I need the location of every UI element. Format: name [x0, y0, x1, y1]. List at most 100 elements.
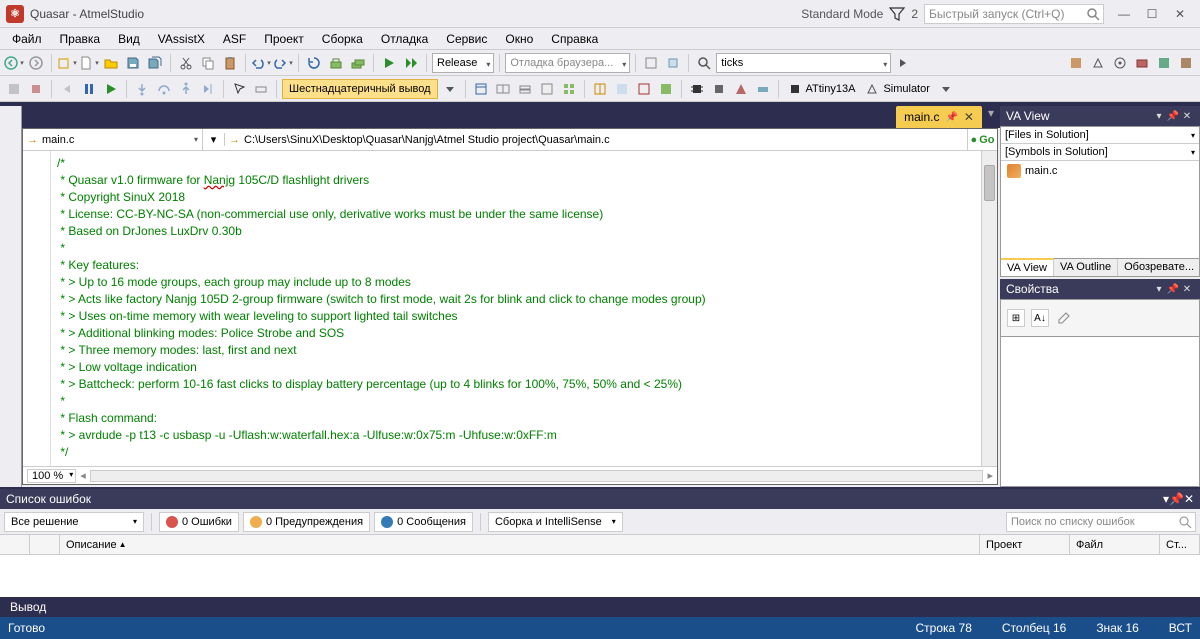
dbg-restart-button[interactable]: [4, 79, 24, 99]
files-in-solution-selector[interactable]: [Files in Solution]: [1001, 127, 1199, 144]
undo-button[interactable]: [251, 53, 271, 73]
pin-icon[interactable]: 📌: [945, 112, 957, 123]
col-icon[interactable]: [0, 535, 30, 554]
zoom-selector[interactable]: 100 %: [27, 469, 76, 483]
hex-output-button[interactable]: Шестнадцатеричный вывод: [282, 79, 438, 99]
panel-menu-icon[interactable]: ▾: [1152, 111, 1166, 122]
build-button[interactable]: [326, 53, 346, 73]
tabs-overflow-button[interactable]: ▾: [982, 106, 1000, 128]
win8-button[interactable]: [634, 79, 654, 99]
save-button[interactable]: [123, 53, 143, 73]
menu-debug[interactable]: Отладка: [373, 30, 436, 48]
vscrollbar[interactable]: [981, 151, 997, 466]
errorlist-body[interactable]: [0, 555, 1200, 597]
solution-filter[interactable]: Все решение▾: [4, 512, 144, 532]
warnings-filter[interactable]: 0 Предупреждения: [243, 512, 370, 532]
cursor-icon[interactable]: [229, 79, 249, 99]
menu-help[interactable]: Справка: [543, 30, 606, 48]
chip1-button[interactable]: [687, 79, 707, 99]
device-selector[interactable]: ATtiny13A: [784, 79, 860, 99]
tab-vaoutline[interactable]: VA Outline: [1054, 259, 1118, 276]
dbg-stop-button[interactable]: [26, 79, 46, 99]
menu-build[interactable]: Сборка: [314, 30, 371, 48]
tool2-button[interactable]: [663, 53, 683, 73]
dbg-step-over-button[interactable]: [154, 79, 174, 99]
open-button[interactable]: [101, 53, 121, 73]
tab-close-icon[interactable]: ✕: [964, 110, 974, 124]
panel-close-icon[interactable]: ✕: [1180, 284, 1194, 295]
panel-pin-icon[interactable]: 📌: [1169, 492, 1184, 506]
vaview-header[interactable]: VA View ▾ 📌 ✕: [1000, 106, 1200, 126]
filter-icon[interactable]: [889, 7, 905, 21]
properties-grid[interactable]: [1000, 337, 1200, 487]
find-combo[interactable]: ticks: [716, 53, 891, 73]
chip4-button[interactable]: [753, 79, 773, 99]
new-project-button[interactable]: [57, 53, 77, 73]
simulator-selector[interactable]: Simulator: [861, 79, 933, 99]
menu-edit[interactable]: Правка: [52, 30, 109, 48]
hscrollbar[interactable]: [90, 470, 984, 482]
quick-launch-input[interactable]: Быстрый запуск (Ctrl+Q): [924, 4, 1104, 24]
dbg-step-out-button[interactable]: [176, 79, 196, 99]
errorlist-header[interactable]: Список ошибок ▾ 📌 ✕: [0, 489, 1200, 509]
nav-history-button[interactable]: ▾: [203, 133, 225, 146]
col-project[interactable]: Проект: [980, 535, 1070, 554]
build-intelli-filter[interactable]: Сборка и IntelliSense▾: [488, 512, 623, 532]
menu-service[interactable]: Сервис: [438, 30, 495, 48]
panel-close-icon[interactable]: ✕: [1180, 111, 1194, 122]
hex-dd-button[interactable]: [440, 79, 460, 99]
vscroll-thumb[interactable]: [984, 165, 995, 201]
menu-view[interactable]: Вид: [110, 30, 148, 48]
find-next-button[interactable]: [893, 53, 913, 73]
win9-button[interactable]: [656, 79, 676, 99]
minimize-button[interactable]: —: [1110, 4, 1138, 24]
menu-asf[interactable]: ASF: [215, 30, 254, 48]
output-tab[interactable]: Вывод: [0, 598, 56, 616]
dbg-misc-button[interactable]: [251, 79, 271, 99]
redo-button[interactable]: [273, 53, 293, 73]
properties-header[interactable]: Свойства ▾ 📌 ✕: [1000, 279, 1200, 299]
ext3-button[interactable]: [1110, 53, 1130, 73]
start-debug-button[interactable]: [379, 53, 399, 73]
win2-button[interactable]: [493, 79, 513, 99]
cut-button[interactable]: [176, 53, 196, 73]
refresh-button[interactable]: [304, 53, 324, 73]
copy-button[interactable]: [198, 53, 218, 73]
ext6-button[interactable]: [1176, 53, 1196, 73]
col-code[interactable]: [30, 535, 60, 554]
tab-explorer[interactable]: Обозревате...: [1118, 259, 1200, 276]
tree-file-mainc[interactable]: main.c: [1001, 161, 1199, 181]
standard-mode-label[interactable]: Standard Mode: [801, 7, 883, 21]
ext1-button[interactable]: [1066, 53, 1086, 73]
close-button[interactable]: ✕: [1166, 4, 1194, 24]
tool1-button[interactable]: [641, 53, 661, 73]
find-icon[interactable]: [694, 53, 714, 73]
code-text[interactable]: /* * Quasar v1.0 firmware for Nanjg 105C…: [51, 151, 981, 466]
go-button[interactable]: ●Go: [967, 129, 997, 150]
nav-forward-button[interactable]: [26, 53, 46, 73]
win3-button[interactable]: [515, 79, 535, 99]
dbg-continue-button[interactable]: [101, 79, 121, 99]
ext5-button[interactable]: [1154, 53, 1174, 73]
win4-button[interactable]: [537, 79, 557, 99]
win1-button[interactable]: [471, 79, 491, 99]
panel-pin-icon[interactable]: 📌: [1166, 284, 1180, 295]
menu-vassistx[interactable]: VAssistX: [150, 30, 213, 48]
col-description[interactable]: Описание ▲: [60, 535, 980, 554]
tab-mainc[interactable]: main.c 📌 ✕: [896, 106, 982, 128]
panel-menu-icon[interactable]: ▾: [1152, 284, 1166, 295]
chip2-button[interactable]: [709, 79, 729, 99]
dbg-step-back-button[interactable]: [57, 79, 77, 99]
chip3-button[interactable]: [731, 79, 751, 99]
props-cat-button[interactable]: ⊞: [1007, 309, 1025, 327]
nav-path[interactable]: → C:\Users\SinuX\Desktop\Quasar\Nanjg\At…: [225, 134, 967, 146]
start-nodebug-button[interactable]: [401, 53, 421, 73]
sim-dd-button[interactable]: [936, 79, 956, 99]
dbg-run-to-cursor-button[interactable]: [198, 79, 218, 99]
errors-filter[interactable]: 0 Ошибки: [159, 512, 239, 532]
menu-project[interactable]: Проект: [256, 30, 312, 48]
panel-pin-icon[interactable]: 📌: [1166, 111, 1180, 122]
tab-vaview[interactable]: VA View: [1001, 258, 1054, 276]
nav-back-button[interactable]: [4, 53, 24, 73]
build-solution-button[interactable]: [348, 53, 368, 73]
